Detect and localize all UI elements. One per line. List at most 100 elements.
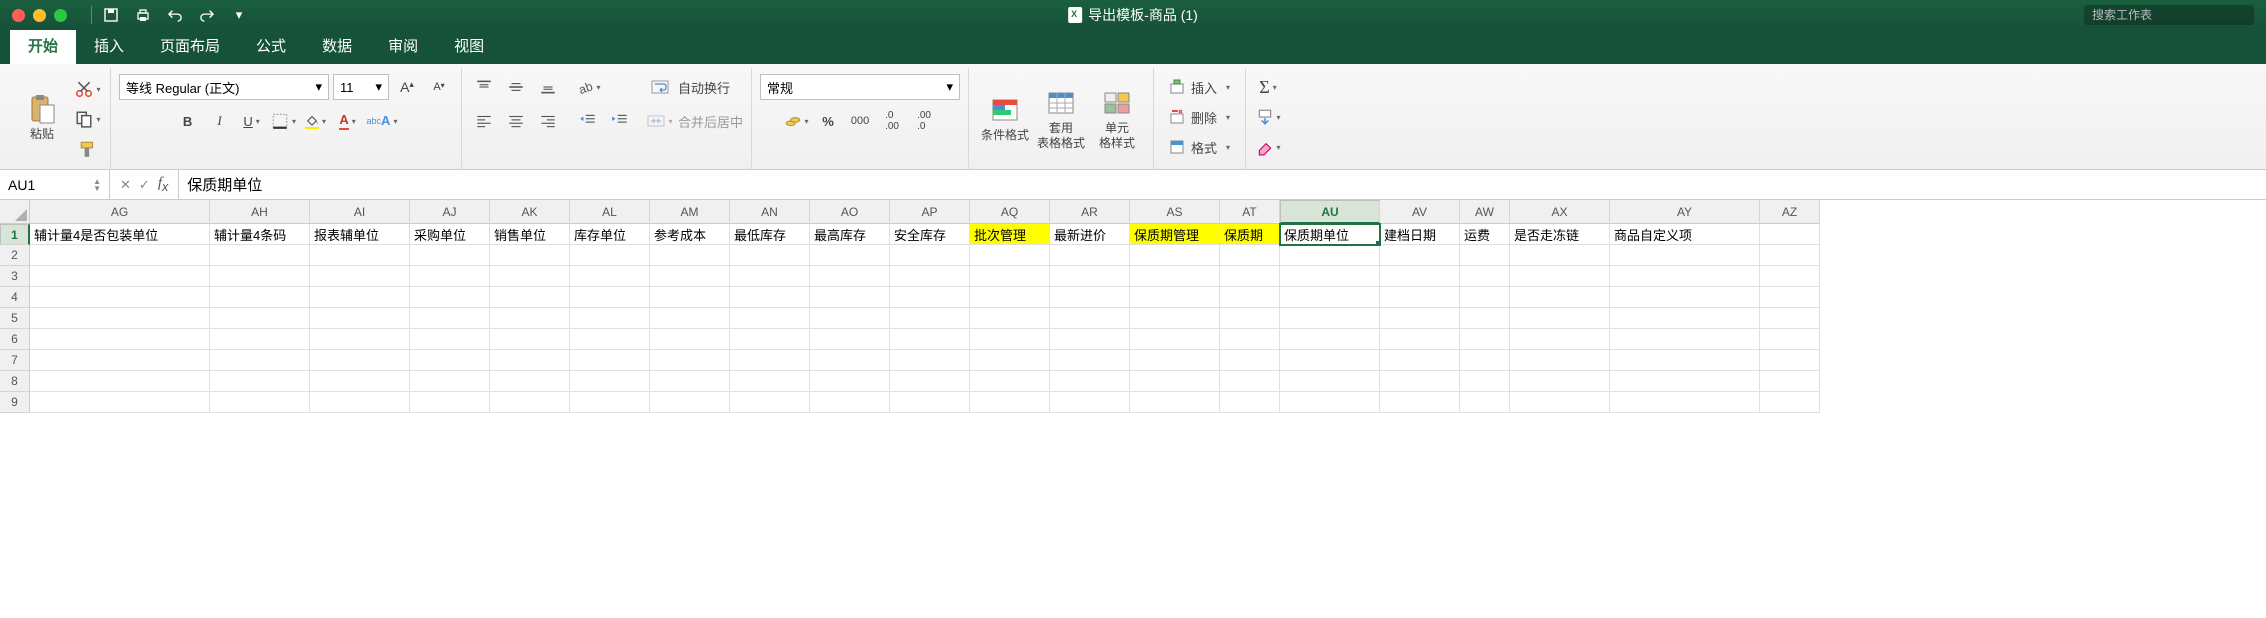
- cell-AN9[interactable]: [730, 392, 810, 413]
- cell-AK6[interactable]: [490, 329, 570, 350]
- cell-AK9[interactable]: [490, 392, 570, 413]
- cell-AY1[interactable]: 商品自定义项: [1610, 224, 1760, 245]
- bold-button[interactable]: B: [174, 108, 202, 134]
- cell-AM1[interactable]: 参考成本: [650, 224, 730, 245]
- col-header-AT[interactable]: AT: [1220, 200, 1280, 224]
- cell-AQ3[interactable]: [970, 266, 1050, 287]
- italic-button[interactable]: I: [206, 108, 234, 134]
- cell-AI2[interactable]: [310, 245, 410, 266]
- tab-视图[interactable]: 视图: [436, 27, 502, 64]
- row-header-8[interactable]: 8: [0, 371, 30, 392]
- cell-AY9[interactable]: [1610, 392, 1760, 413]
- undo-button[interactable]: [162, 4, 188, 26]
- search-box[interactable]: [2084, 5, 2254, 25]
- cell-AN8[interactable]: [730, 371, 810, 392]
- cell-AV6[interactable]: [1380, 329, 1460, 350]
- cell-AG7[interactable]: [30, 350, 210, 371]
- cell-AO3[interactable]: [810, 266, 890, 287]
- cell-AX5[interactable]: [1510, 308, 1610, 329]
- cell-AJ5[interactable]: [410, 308, 490, 329]
- cell-AV1[interactable]: 建档日期: [1380, 224, 1460, 245]
- increase-indent-button[interactable]: [606, 108, 634, 134]
- cell-AJ1[interactable]: 采购单位: [410, 224, 490, 245]
- maximize-window[interactable]: [54, 9, 67, 22]
- cell-AX6[interactable]: [1510, 329, 1610, 350]
- cell-AS7[interactable]: [1130, 350, 1220, 371]
- formula-input[interactable]: [178, 170, 2266, 199]
- cell-AO1[interactable]: 最高库存: [810, 224, 890, 245]
- orientation-button[interactable]: ab: [574, 74, 602, 100]
- clear-button[interactable]: [1254, 134, 1282, 160]
- phonetic-button[interactable]: abcA: [366, 108, 399, 134]
- redo-button[interactable]: [194, 4, 220, 26]
- tab-开始[interactable]: 开始: [10, 27, 76, 64]
- cell-AW8[interactable]: [1460, 371, 1510, 392]
- autosum-button[interactable]: Σ: [1254, 74, 1282, 100]
- cell-AS4[interactable]: [1130, 287, 1220, 308]
- row-header-5[interactable]: 5: [0, 308, 30, 329]
- cell-AT9[interactable]: [1220, 392, 1280, 413]
- cell-AH4[interactable]: [210, 287, 310, 308]
- cell-AY7[interactable]: [1610, 350, 1760, 371]
- cell-AX7[interactable]: [1510, 350, 1610, 371]
- cell-AP4[interactable]: [890, 287, 970, 308]
- col-header-AU[interactable]: AU: [1280, 200, 1380, 224]
- cell-AR1[interactable]: 最新进价: [1050, 224, 1130, 245]
- comma-button[interactable]: 000: [846, 108, 874, 134]
- col-header-AH[interactable]: AH: [210, 200, 310, 224]
- copy-button[interactable]: [74, 106, 102, 132]
- cell-AW9[interactable]: [1460, 392, 1510, 413]
- cell-AG6[interactable]: [30, 329, 210, 350]
- cell-AT3[interactable]: [1220, 266, 1280, 287]
- cell-AH9[interactable]: [210, 392, 310, 413]
- cell-AX2[interactable]: [1510, 245, 1610, 266]
- cell-AG5[interactable]: [30, 308, 210, 329]
- cell-AW5[interactable]: [1460, 308, 1510, 329]
- border-button[interactable]: [270, 108, 298, 134]
- cell-AP9[interactable]: [890, 392, 970, 413]
- cell-AY6[interactable]: [1610, 329, 1760, 350]
- cell-AQ2[interactable]: [970, 245, 1050, 266]
- cell-AV3[interactable]: [1380, 266, 1460, 287]
- cell-AS3[interactable]: [1130, 266, 1220, 287]
- cell-AX9[interactable]: [1510, 392, 1610, 413]
- font-color-button[interactable]: A: [334, 108, 362, 134]
- increase-font-button[interactable]: A▴: [393, 74, 421, 100]
- cell-AH7[interactable]: [210, 350, 310, 371]
- cell-AJ4[interactable]: [410, 287, 490, 308]
- cell-AX8[interactable]: [1510, 371, 1610, 392]
- cell-AI8[interactable]: [310, 371, 410, 392]
- cancel-formula-icon[interactable]: ✕: [120, 177, 131, 193]
- align-center-button[interactable]: [502, 108, 530, 134]
- number-format-select[interactable]: 常规▾: [760, 74, 960, 100]
- cell-AZ8[interactable]: [1760, 371, 1820, 392]
- close-window[interactable]: [12, 9, 25, 22]
- cell-AZ9[interactable]: [1760, 392, 1820, 413]
- conditional-format-button[interactable]: 条件格式: [977, 72, 1033, 166]
- cell-AR4[interactable]: [1050, 287, 1130, 308]
- cell-AR2[interactable]: [1050, 245, 1130, 266]
- cell-AL4[interactable]: [570, 287, 650, 308]
- cell-AL9[interactable]: [570, 392, 650, 413]
- currency-button[interactable]: [782, 108, 810, 134]
- cell-AQ8[interactable]: [970, 371, 1050, 392]
- col-header-AV[interactable]: AV: [1380, 200, 1460, 224]
- cell-AM4[interactable]: [650, 287, 730, 308]
- percent-button[interactable]: %: [814, 108, 842, 134]
- cell-AT7[interactable]: [1220, 350, 1280, 371]
- cell-AT4[interactable]: [1220, 287, 1280, 308]
- cell-AT5[interactable]: [1220, 308, 1280, 329]
- cell-AS1[interactable]: 保质期管理: [1130, 224, 1220, 245]
- paste-button[interactable]: 粘贴: [14, 70, 70, 164]
- col-header-AI[interactable]: AI: [310, 200, 410, 224]
- col-header-AX[interactable]: AX: [1510, 200, 1610, 224]
- col-header-AZ[interactable]: AZ: [1760, 200, 1820, 224]
- cell-AK7[interactable]: [490, 350, 570, 371]
- cell-AU8[interactable]: [1280, 371, 1380, 392]
- cell-AI9[interactable]: [310, 392, 410, 413]
- cell-AN6[interactable]: [730, 329, 810, 350]
- cell-AV5[interactable]: [1380, 308, 1460, 329]
- cell-AL3[interactable]: [570, 266, 650, 287]
- cell-AM5[interactable]: [650, 308, 730, 329]
- enter-formula-icon[interactable]: ✓: [139, 177, 150, 193]
